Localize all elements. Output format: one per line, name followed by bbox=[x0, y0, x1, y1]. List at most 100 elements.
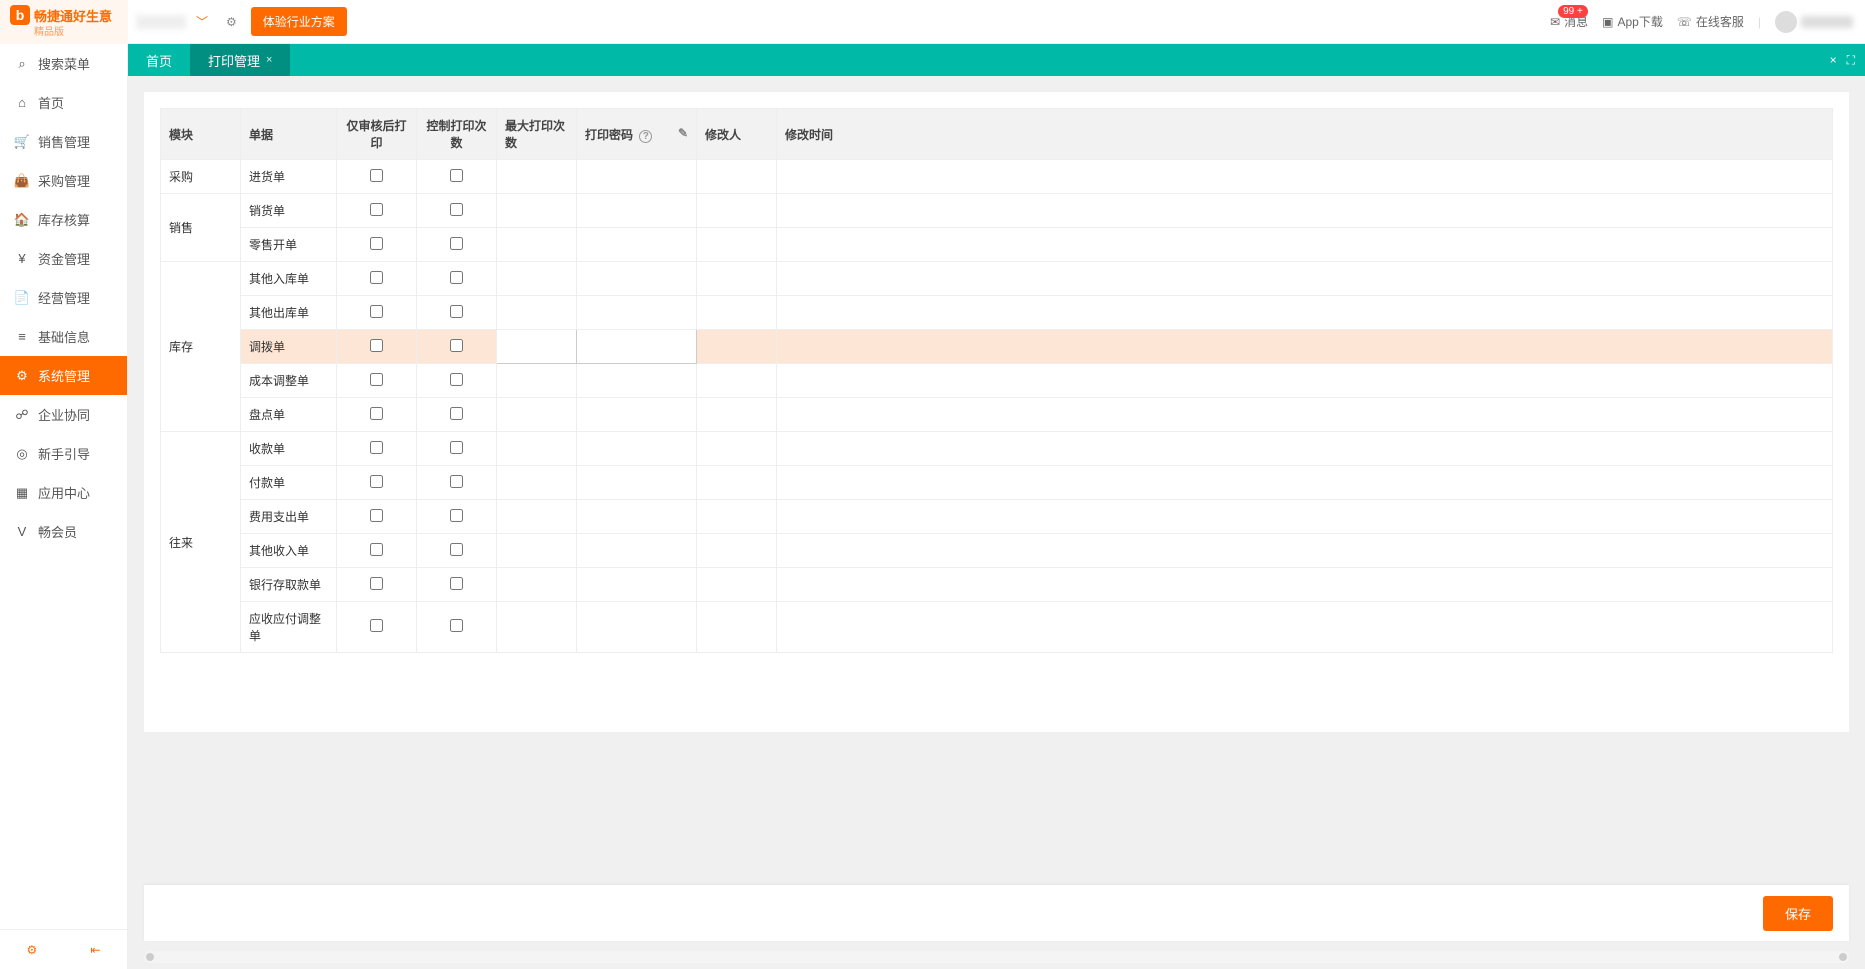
help-icon[interactable]: ? bbox=[639, 130, 652, 143]
save-button[interactable]: 保存 bbox=[1763, 896, 1833, 931]
audit-only-checkbox[interactable] bbox=[370, 407, 383, 420]
sidebar-item-basedata[interactable]: ≡基础信息 bbox=[0, 317, 127, 356]
limit-count-cell bbox=[417, 330, 497, 364]
password-cell[interactable] bbox=[577, 330, 697, 364]
app-download-button[interactable]: ▣ App下载 bbox=[1602, 13, 1663, 30]
scroll-left-icon[interactable] bbox=[146, 953, 154, 961]
sidebar-item-system[interactable]: ⚙系统管理 bbox=[0, 356, 127, 395]
sidebar-item-home[interactable]: ⌂首页 bbox=[0, 83, 127, 122]
sidebar-item-operation[interactable]: 📄经营管理 bbox=[0, 278, 127, 317]
limit-count-checkbox[interactable] bbox=[450, 407, 463, 420]
audit-only-checkbox[interactable] bbox=[370, 203, 383, 216]
limit-count-checkbox[interactable] bbox=[450, 509, 463, 522]
limit-count-checkbox[interactable] bbox=[450, 475, 463, 488]
modified-at-cell bbox=[777, 262, 1833, 296]
audit-only-checkbox[interactable] bbox=[370, 441, 383, 454]
password-cell bbox=[577, 296, 697, 330]
edit-icon[interactable]: ✎ bbox=[678, 126, 688, 140]
online-service-button[interactable]: ☏ 在线客服 bbox=[1677, 13, 1744, 30]
audit-only-checkbox[interactable] bbox=[370, 619, 383, 632]
sidebar-item-inventory[interactable]: 🏠库存核算 bbox=[0, 200, 127, 239]
audit-only-cell bbox=[337, 364, 417, 398]
audit-only-checkbox[interactable] bbox=[370, 373, 383, 386]
content-area: 首页打印管理× × ⛶ 模块 单据 bbox=[128, 44, 1865, 969]
audit-only-checkbox[interactable] bbox=[370, 271, 383, 284]
sidebar-item-search-menu[interactable]: ⌕搜索菜单 bbox=[0, 44, 127, 83]
audit-only-checkbox[interactable] bbox=[370, 577, 383, 590]
sidebar-settings-icon[interactable]: ⚙ bbox=[27, 943, 38, 957]
industry-plan-button[interactable]: 体验行业方案 bbox=[251, 7, 347, 36]
doc-cell: 盘点单 bbox=[241, 398, 337, 432]
table-row: 盘点单 bbox=[161, 398, 1833, 432]
limit-count-checkbox[interactable] bbox=[450, 373, 463, 386]
modifier-cell bbox=[697, 602, 777, 653]
max-count-cell bbox=[497, 432, 577, 466]
sidebar-item-sales[interactable]: 🛒销售管理 bbox=[0, 122, 127, 161]
sidebar-item-purchase[interactable]: 👜采购管理 bbox=[0, 161, 127, 200]
tab-print-mgmt[interactable]: 打印管理× bbox=[190, 44, 290, 76]
headset-icon: ☏ bbox=[1677, 15, 1692, 29]
audit-only-checkbox[interactable] bbox=[370, 509, 383, 522]
doc-cell: 其他入库单 bbox=[241, 262, 337, 296]
limit-count-checkbox[interactable] bbox=[450, 271, 463, 284]
sidebar-item-collab[interactable]: ☍企业协同 bbox=[0, 395, 127, 434]
brand-logo[interactable]: b 畅捷通好生意 精品版 bbox=[0, 0, 128, 44]
tab-home[interactable]: 首页 bbox=[128, 44, 190, 76]
audit-only-checkbox[interactable] bbox=[370, 237, 383, 250]
audit-only-checkbox[interactable] bbox=[370, 339, 383, 352]
sidebar-item-guide[interactable]: ◎新手引导 bbox=[0, 434, 127, 473]
modifier-cell bbox=[697, 500, 777, 534]
col-modified-at: 修改时间 bbox=[777, 109, 1833, 160]
modified-at-cell bbox=[777, 228, 1833, 262]
modifier-cell bbox=[697, 534, 777, 568]
user-menu[interactable] bbox=[1775, 11, 1853, 33]
company-selector[interactable]: ﹀ bbox=[136, 13, 218, 30]
sidebar-item-label: 畅会员 bbox=[38, 522, 77, 541]
limit-count-cell bbox=[417, 296, 497, 330]
sidebar-item-appcenter[interactable]: ▦应用中心 bbox=[0, 473, 127, 512]
module-cell: 库存 bbox=[161, 262, 241, 432]
limit-count-checkbox[interactable] bbox=[450, 543, 463, 556]
max-count-cell bbox=[497, 194, 577, 228]
audit-only-checkbox[interactable] bbox=[370, 543, 383, 556]
doc-cell: 成本调整单 bbox=[241, 364, 337, 398]
col-limit-count: 控制打印次数 bbox=[417, 109, 497, 160]
audit-only-checkbox[interactable] bbox=[370, 169, 383, 182]
password-cell bbox=[577, 432, 697, 466]
messages-button[interactable]: ✉ 99 + 消息 bbox=[1550, 13, 1588, 30]
doc-cell: 其他出库单 bbox=[241, 296, 337, 330]
audit-only-cell bbox=[337, 432, 417, 466]
limit-count-checkbox[interactable] bbox=[450, 441, 463, 454]
limit-count-checkbox[interactable] bbox=[450, 305, 463, 318]
sidebar-item-vip[interactable]: V畅会员 bbox=[0, 512, 127, 551]
limit-count-checkbox[interactable] bbox=[450, 169, 463, 182]
sidebar-item-label: 搜索菜单 bbox=[38, 54, 90, 73]
tab-close-all-icon[interactable]: × bbox=[1830, 53, 1837, 67]
sidebar-item-finance[interactable]: ¥资金管理 bbox=[0, 239, 127, 278]
audit-only-checkbox[interactable] bbox=[370, 475, 383, 488]
limit-count-checkbox[interactable] bbox=[450, 237, 463, 250]
modified-at-cell bbox=[777, 194, 1833, 228]
limit-count-checkbox[interactable] bbox=[450, 577, 463, 590]
limit-count-checkbox[interactable] bbox=[450, 339, 463, 352]
max-count-cell bbox=[497, 466, 577, 500]
limit-count-cell bbox=[417, 364, 497, 398]
sidebar-footer: ⚙ ⇤ bbox=[0, 929, 127, 969]
col-password-label: 打印密码 bbox=[585, 128, 633, 142]
limit-count-checkbox[interactable] bbox=[450, 203, 463, 216]
max-count-cell[interactable] bbox=[497, 330, 577, 364]
tab-close-icon[interactable]: × bbox=[266, 54, 272, 66]
modifier-cell bbox=[697, 466, 777, 500]
scroll-right-icon[interactable] bbox=[1839, 953, 1847, 961]
horizontal-scrollbar[interactable] bbox=[144, 951, 1849, 963]
tab-fullscreen-icon[interactable]: ⛶ bbox=[1847, 53, 1855, 68]
header-right: ✉ 99 + 消息 ▣ App下载 ☏ 在线客服 | bbox=[1550, 11, 1853, 33]
audit-only-cell bbox=[337, 602, 417, 653]
settings-icon[interactable]: ⚙ bbox=[226, 15, 237, 29]
table-header-row: 模块 单据 仅审核后打印 控制打印次数 最大打印次数 打印密码 ? ✎ bbox=[161, 109, 1833, 160]
sidebar-collapse-icon[interactable]: ⇤ bbox=[90, 943, 100, 957]
table-row: 付款单 bbox=[161, 466, 1833, 500]
audit-only-checkbox[interactable] bbox=[370, 305, 383, 318]
modifier-cell bbox=[697, 364, 777, 398]
limit-count-checkbox[interactable] bbox=[450, 619, 463, 632]
